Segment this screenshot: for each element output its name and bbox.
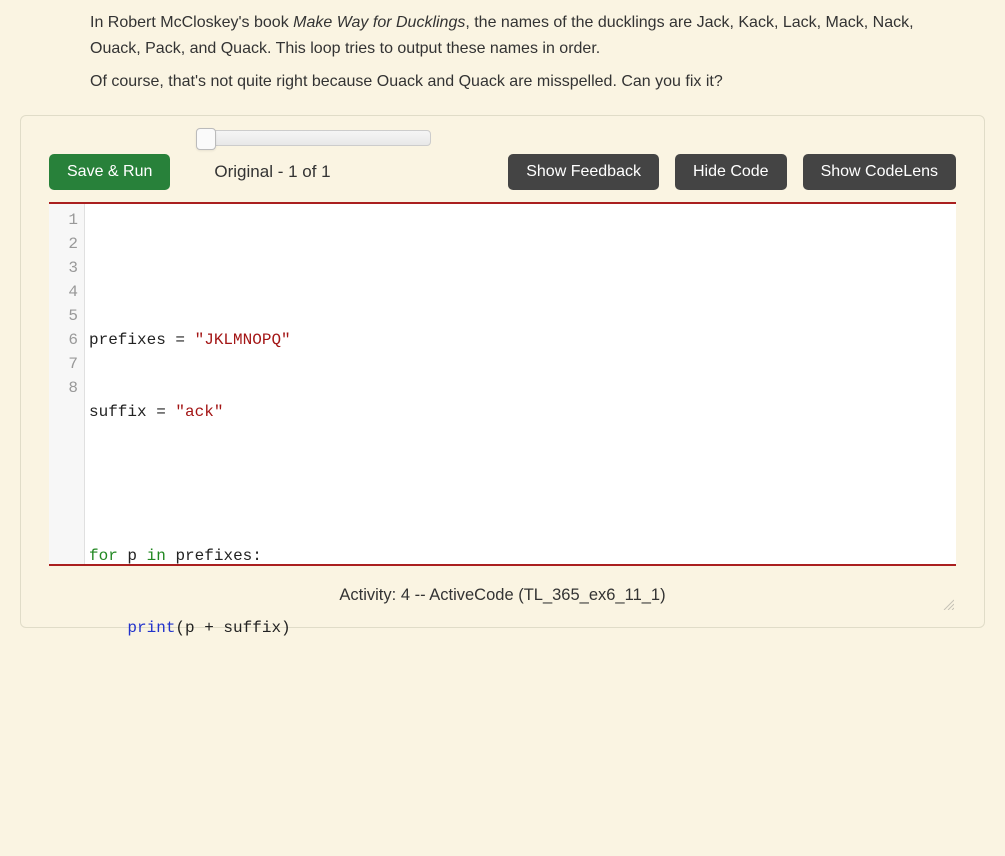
line-number: 7 xyxy=(61,352,78,376)
history-slider-row xyxy=(49,130,956,146)
code-line: prefixes = "JKLMNOPQ" xyxy=(89,328,948,352)
problem-description: In Robert McCloskey's book Make Way for … xyxy=(0,0,1005,109)
toolbar-right: Show Feedback Hide Code Show CodeLens xyxy=(508,154,956,190)
line-number: 3 xyxy=(61,256,78,280)
line-number: 2 xyxy=(61,232,78,256)
code-line xyxy=(89,760,948,784)
code-editor[interactable]: 1 2 3 4 5 6 7 8 prefixes = "JKLMNOPQ" su… xyxy=(49,204,956,564)
resize-handle-icon[interactable] xyxy=(942,550,954,562)
line-number: 5 xyxy=(61,304,78,328)
line-number: 8 xyxy=(61,376,78,400)
line-number: 1 xyxy=(61,208,78,232)
book-title: Make Way for Ducklings xyxy=(293,14,465,31)
show-feedback-button[interactable]: Show Feedback xyxy=(508,154,659,190)
editor-container: Save & Run Original - 1 of 1 Show Feedba… xyxy=(20,115,985,628)
version-label: Original - 1 of 1 xyxy=(186,162,358,182)
show-codelens-button[interactable]: Show CodeLens xyxy=(803,154,956,190)
code-line: suffix = "ack" xyxy=(89,400,948,424)
line-number: 6 xyxy=(61,328,78,352)
code-text-area[interactable]: prefixes = "JKLMNOPQ" suffix = "ack" for… xyxy=(85,204,956,564)
line-number: 4 xyxy=(61,280,78,304)
code-editor-border: 1 2 3 4 5 6 7 8 prefixes = "JKLMNOPQ" su… xyxy=(49,202,956,566)
code-line xyxy=(89,688,948,712)
para1-pre: In Robert McCloskey's book xyxy=(90,14,293,31)
code-line xyxy=(89,256,948,280)
problem-para-1: In Robert McCloskey's book Make Way for … xyxy=(90,10,915,61)
problem-para-2: Of course, that's not quite right becaus… xyxy=(90,69,915,95)
hide-code-button[interactable]: Hide Code xyxy=(675,154,787,190)
history-slider-thumb[interactable] xyxy=(196,128,216,150)
editor-toolbar: Save & Run Original - 1 of 1 Show Feedba… xyxy=(49,154,956,202)
line-gutter: 1 2 3 4 5 6 7 8 xyxy=(49,204,85,564)
code-line: for p in prefixes: xyxy=(89,544,948,568)
history-slider[interactable] xyxy=(197,130,431,146)
code-line xyxy=(89,472,948,496)
code-line: print(p + suffix) xyxy=(89,616,948,640)
save-run-button[interactable]: Save & Run xyxy=(49,154,170,190)
